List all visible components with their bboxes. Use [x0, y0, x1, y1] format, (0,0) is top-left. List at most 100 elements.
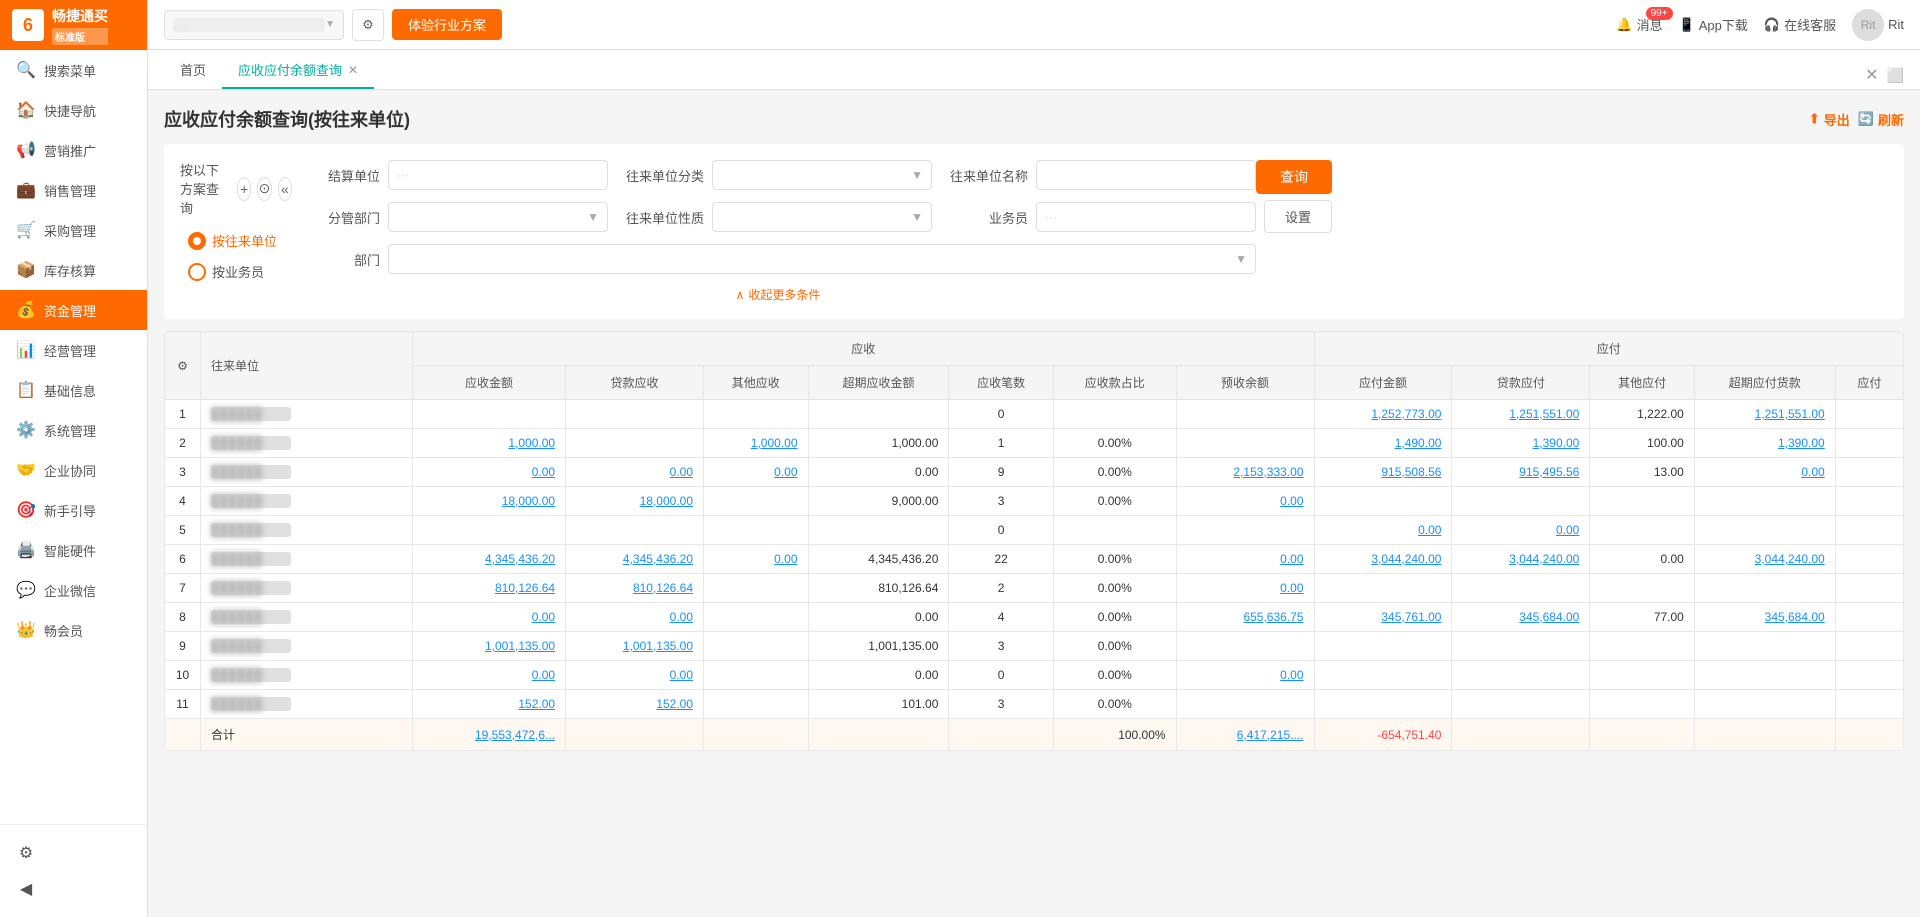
topbar-right: 🔔 消息 99+ 📱 App下载 🎧 在线客服 Rit Rit — [1616, 9, 1904, 41]
select-arrow-icon: ▼ — [911, 168, 923, 182]
sidebar-item-label: 采购管理 — [44, 221, 96, 240]
partner-nature-select[interactable]: ▼ — [712, 202, 932, 232]
input-dots2: ··· — [1045, 210, 1057, 224]
collapse-label: 收起更多条件 — [748, 286, 820, 303]
sidebar-item-purchase[interactable]: 🛒 采购管理 — [0, 210, 147, 250]
sidebar-item-sales[interactable]: 💼 销售管理 — [0, 170, 147, 210]
total-p-loan — [1452, 719, 1590, 751]
window-close-icon[interactable]: ✕ — [1865, 65, 1878, 85]
page-title: 应收应付余额查询(按往来单位) — [164, 106, 410, 132]
setting-button[interactable]: 设置 — [1264, 200, 1332, 233]
table-row: 8██████0.000.000.0040.00%655,636.75345,7… — [165, 603, 1904, 632]
sidebar-item-label: 营销推广 — [44, 141, 96, 160]
trial-plan-button[interactable]: 体验行业方案 — [392, 9, 502, 40]
tab-close-icon[interactable]: ✕ — [348, 63, 358, 77]
department-select[interactable]: ▼ — [388, 244, 1256, 274]
window-maximize-icon[interactable]: ⬜ — [1887, 67, 1904, 84]
field-salesperson: 业务员 ··· — [948, 202, 1256, 232]
th-p-other: 其他应付 — [1590, 366, 1695, 400]
th-p-extra: 应付 — [1835, 366, 1903, 400]
table-row: 6██████4,345,436.204,345,436.200.004,345… — [165, 545, 1904, 574]
query-button[interactable]: 查询 — [1256, 160, 1332, 194]
th-r-loan: 贷款应收 — [566, 366, 704, 400]
hardware-icon: 🖨️ — [16, 540, 36, 560]
total-p-other — [1590, 719, 1695, 751]
settings-col-header[interactable]: ⚙ — [165, 332, 201, 400]
table-row: 1██████01,252,773.001,251,551.001,222.00… — [165, 400, 1904, 429]
query-mode-by-partner[interactable]: 按往来单位 — [180, 225, 292, 256]
action-buttons: 查询 设置 — [1256, 160, 1332, 233]
main-content: ..... ▼ ⚙ 体验行业方案 🔔 消息 99+ 📱 App下载 🎧 在线客服 — [148, 0, 1920, 917]
sidebar-item-finance[interactable]: 💰 资金管理 — [0, 290, 147, 330]
sidebar-item-wechat[interactable]: 💬 企业微信 — [0, 570, 147, 610]
member-icon: 👑 — [16, 620, 36, 640]
search-label: 按以下方案查询 — [180, 160, 231, 217]
sidebar-item-system[interactable]: ⚙️ 系统管理 — [0, 410, 147, 450]
sidebar-item-basic-info[interactable]: 📋 基础信息 — [0, 370, 147, 410]
sidebar-item-label: 基础信息 — [44, 381, 96, 400]
sidebar-item-label: 企业微信 — [44, 581, 96, 600]
add-condition-button[interactable]: + — [237, 177, 251, 201]
notifications-button[interactable]: 🔔 消息 99+ — [1616, 15, 1662, 34]
topbar-dropdown[interactable]: ..... ▼ — [164, 10, 344, 40]
settings-icon: ⚙ — [16, 843, 36, 863]
sidebar-item-guide[interactable]: 🎯 新手引导 — [0, 490, 147, 530]
total-r-overdue — [808, 719, 949, 751]
settlement-unit-input[interactable]: ··· — [388, 160, 608, 190]
table-row: 7██████810,126.64810,126.64810,126.6420.… — [165, 574, 1904, 603]
logo-letter: 6 — [23, 15, 33, 36]
total-r-advance[interactable]: 6,417,215.... — [1176, 719, 1314, 751]
partner-name-input[interactable] — [1036, 160, 1256, 190]
tab-receivable-query[interactable]: 应收应付余额查询 ✕ — [222, 52, 374, 89]
sidebar-item-label: 销售管理 — [44, 181, 96, 200]
th-r-advance: 预收余额 — [1176, 366, 1314, 400]
user-profile[interactable]: Rit Rit — [1852, 9, 1904, 41]
app-download-button[interactable]: 📱 App下载 — [1679, 15, 1748, 34]
th-r-overdue: 超期应收金额 — [808, 366, 949, 400]
topbar-gear-button[interactable]: ⚙ — [352, 9, 384, 41]
sidebar-item-quick-nav[interactable]: 🏠 快捷导航 — [0, 90, 147, 130]
total-r-ratio: 100.00% — [1053, 719, 1176, 751]
target-condition-button[interactable]: ⊙ — [257, 177, 271, 201]
sidebar-item-search-menu[interactable]: 🔍 搜索菜单 — [0, 50, 147, 90]
tab-home-label: 首页 — [180, 60, 206, 79]
wechat-icon: 💬 — [16, 580, 36, 600]
field-label: 往来单位分类 — [624, 166, 704, 185]
field-label: 往来单位名称 — [948, 166, 1028, 185]
th-r-count: 应收笔数 — [949, 366, 1054, 400]
sidebar-item-member[interactable]: 👑 畅会员 — [0, 610, 147, 650]
sidebar-item-inventory[interactable]: 📦 库存核算 — [0, 250, 147, 290]
sidebar-item-operation[interactable]: 📊 经营管理 — [0, 330, 147, 370]
salesperson-input[interactable]: ··· — [1036, 202, 1256, 232]
refresh-button[interactable]: 🔄 刷新 — [1858, 110, 1904, 129]
logo-badge: 标准版 — [52, 28, 108, 45]
sidebar-item-enterprise[interactable]: 🤝 企业协同 — [0, 450, 147, 490]
sidebar-item-hardware[interactable]: 🖨️ 智能硬件 — [0, 530, 147, 570]
dept-select[interactable]: ▼ — [388, 202, 608, 232]
collapse-button[interactable]: ∧ 收起更多条件 — [300, 286, 1256, 303]
query-mode-by-salesperson[interactable]: 按业务员 — [180, 256, 292, 287]
tabs-bar: 首页 应收应付余额查询 ✕ ✕ ⬜ — [148, 50, 1920, 90]
sales-icon: 💼 — [16, 180, 36, 200]
total-r-amount[interactable]: 19,553,472,6... — [413, 719, 566, 751]
mode-dot-salesperson — [188, 263, 206, 281]
export-button[interactable]: ⬆ 导出 — [1809, 110, 1850, 129]
sidebar-item-label: 智能硬件 — [44, 541, 96, 560]
select-arrow-icon: ▼ — [1235, 252, 1247, 266]
table-header-row-1: ⚙ 往来单位 应收 应付 — [165, 332, 1904, 366]
sidebar-bottom: ⚙ ◀ — [0, 824, 147, 917]
th-p-overdue: 超期应付货款 — [1694, 366, 1835, 400]
table-row: 3██████0.000.000.000.0090.00%2,153,333.0… — [165, 458, 1904, 487]
sidebar-logo: 6 畅捷通买 标准版 — [0, 0, 147, 50]
bell-icon: 🔔 — [1616, 17, 1632, 33]
collapse-sidebar-button[interactable]: « — [278, 177, 292, 201]
sidebar-bottom-settings[interactable]: ⚙ — [0, 835, 147, 871]
field-label: 结算单位 — [300, 166, 380, 185]
sidebar-item-label: 快捷导航 — [44, 101, 96, 120]
customer-service-button[interactable]: 🎧 在线客服 — [1764, 15, 1836, 34]
partner-category-select[interactable]: ▼ — [712, 160, 932, 190]
tab-home[interactable]: 首页 — [164, 52, 222, 89]
receivable-group-header: 应收 — [413, 332, 1314, 366]
sidebar-bottom-collapse[interactable]: ◀ — [0, 871, 147, 907]
sidebar-item-marketing[interactable]: 📢 营销推广 — [0, 130, 147, 170]
